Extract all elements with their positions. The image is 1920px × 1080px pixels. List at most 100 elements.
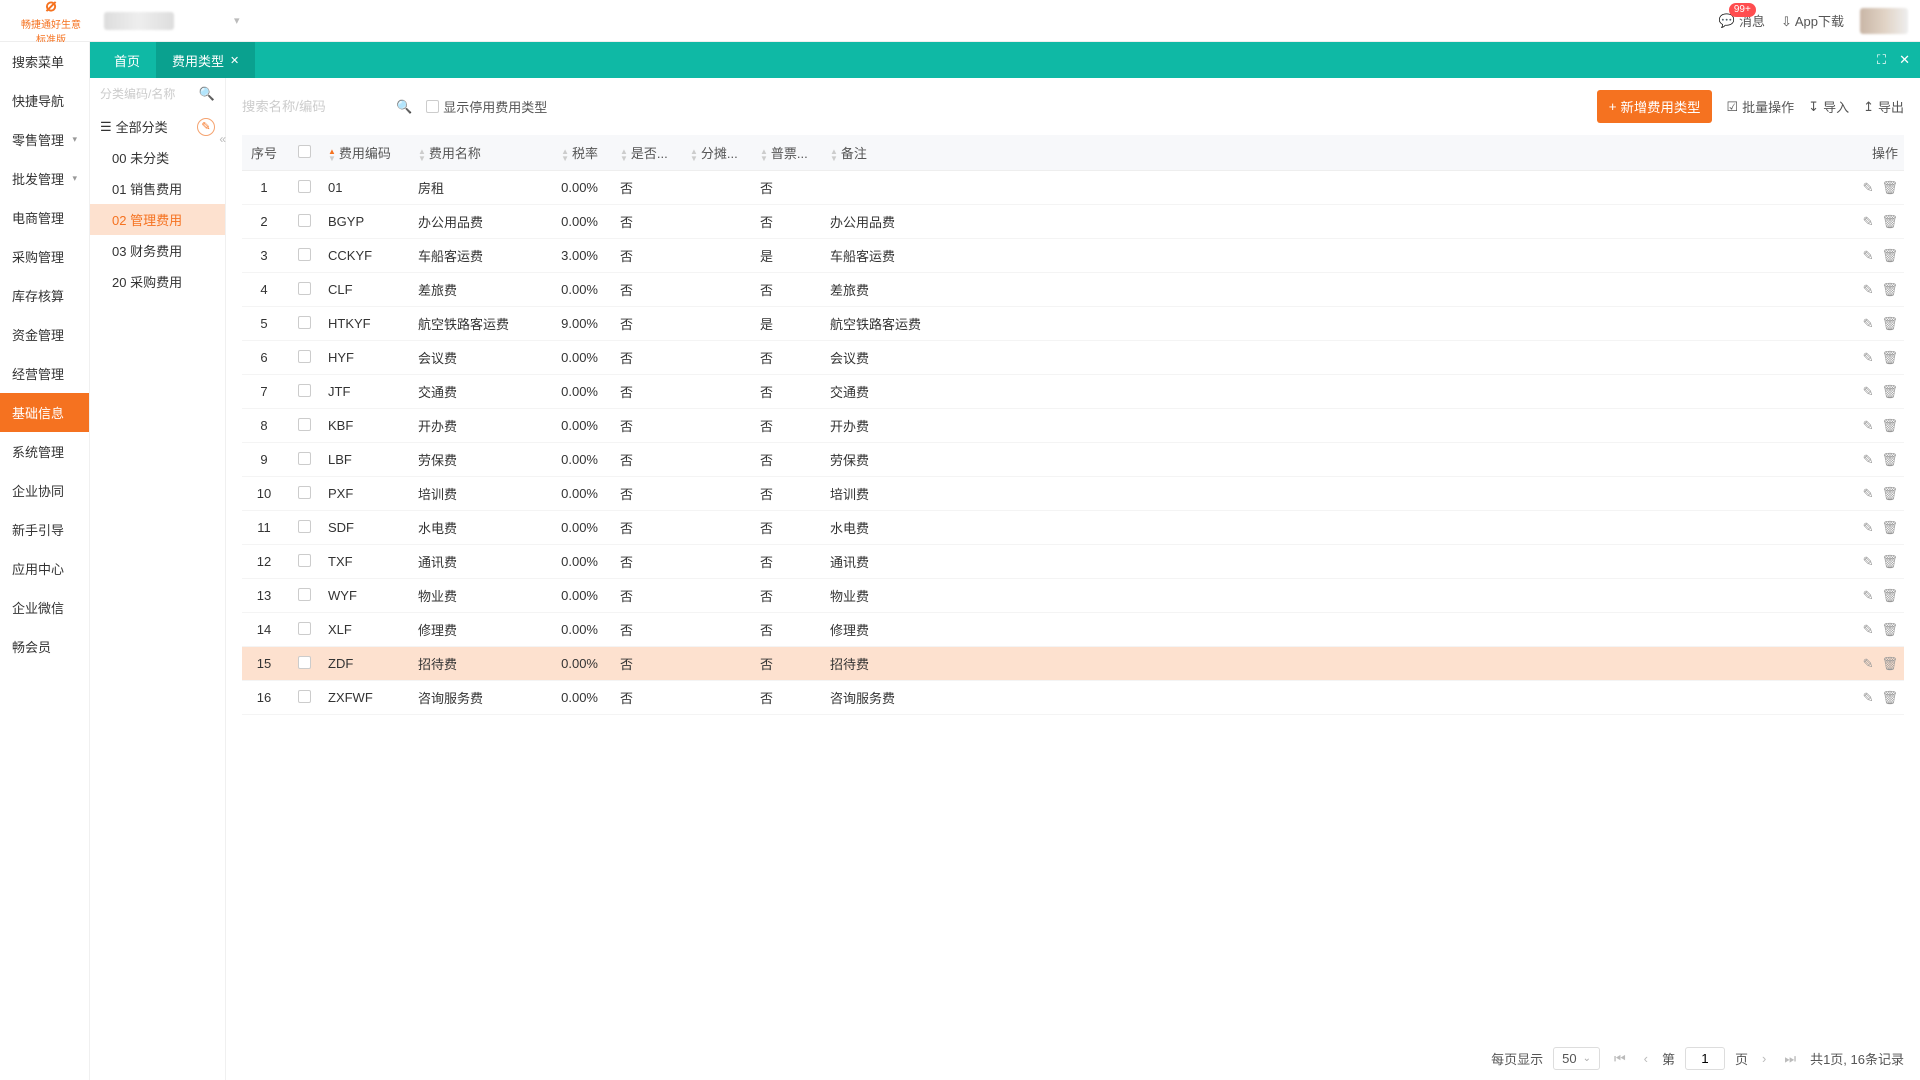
edit-icon[interactable]: ✎ [1863,554,1874,569]
export-button[interactable]: ↥ 导出 [1863,97,1904,116]
messages-button[interactable]: 99+ 💬 消息 [1719,11,1765,30]
table-row[interactable]: 4CLF差旅费0.00%否否差旅费✎🗑 [242,273,1904,307]
sidebar-item-15[interactable]: 畅会员 [0,627,89,666]
category-item-3[interactable]: 03 财务费用 [90,235,225,266]
cell-checkbox[interactable] [286,579,322,613]
sidebar-item-14[interactable]: 企业微信 [0,588,89,627]
table-row[interactable]: 14XLF修理费0.00%否否修理费✎🗑 [242,613,1904,647]
cell-checkbox[interactable] [286,341,322,375]
company-selector[interactable]: ▾ [104,12,240,30]
table-row[interactable]: 5HTKYF航空铁路客运费9.00%否是航空铁路客运费✎🗑 [242,307,1904,341]
next-page-button[interactable]: › [1758,1051,1770,1066]
delete-icon[interactable]: 🗑 [1881,486,1898,501]
edit-icon[interactable]: ✎ [1863,452,1874,467]
category-item-2[interactable]: 02 管理费用 [90,204,225,235]
th-checkbox[interactable] [286,135,322,171]
th-remark[interactable]: ▲▼备注 [824,135,1824,171]
delete-icon[interactable]: 🗑 [1881,622,1898,637]
table-row[interactable]: 10PXF培训费0.00%否否培训费✎🗑 [242,477,1904,511]
table-row[interactable]: 7JTF交通费0.00%否否交通费✎🗑 [242,375,1904,409]
edit-icon[interactable]: ✎ [1863,656,1874,671]
delete-icon[interactable]: 🗑 [1881,214,1898,229]
delete-icon[interactable]: 🗑 [1881,180,1898,195]
cell-checkbox[interactable] [286,477,322,511]
edit-icon[interactable]: ✎ [1863,622,1874,637]
app-download-button[interactable]: ⇩ App下载 [1781,11,1844,30]
cell-checkbox[interactable] [286,239,322,273]
cell-checkbox[interactable] [286,511,322,545]
tab-fee-type[interactable]: 费用类型 ✕ [156,42,255,78]
th-rate[interactable]: ▲▼税率 [542,135,614,171]
edit-icon[interactable]: ✎ [1863,180,1874,195]
th-split[interactable]: ▲▼分摊... [684,135,754,171]
category-item-4[interactable]: 20 采购费用 [90,266,225,297]
add-new-button[interactable]: + 新增费用类型 [1597,90,1713,123]
per-page-select[interactable]: 50 ⌄ [1553,1047,1600,1070]
user-avatar[interactable] [1860,8,1908,34]
close-icon[interactable]: ✕ [230,54,239,67]
th-seq[interactable]: 序号 [242,135,286,171]
table-row[interactable]: 2BGYP办公用品费0.00%否否办公用品费✎🗑 [242,205,1904,239]
table-row[interactable]: 101房租0.00%否否✎🗑 [242,171,1904,205]
delete-icon[interactable]: 🗑 [1881,248,1898,263]
show-disabled-checkbox[interactable]: 显示停用费用类型 [426,97,547,116]
tab-home[interactable]: 首页 [98,42,156,78]
sidebar-item-8[interactable]: 经营管理 [0,354,89,393]
cell-checkbox[interactable] [286,409,322,443]
close-all-icon[interactable]: ✕ [1899,52,1910,68]
cell-checkbox[interactable] [286,681,322,715]
sidebar-item-3[interactable]: 批发管理▾ [0,159,89,198]
edit-icon[interactable]: ✎ [1863,520,1874,535]
cell-checkbox[interactable] [286,375,322,409]
edit-icon[interactable]: ✎ [1863,588,1874,603]
cell-checkbox[interactable] [286,171,322,205]
cell-checkbox[interactable] [286,273,322,307]
cell-checkbox[interactable] [286,647,322,681]
table-row[interactable]: 11SDF水电费0.00%否否水电费✎🗑 [242,511,1904,545]
delete-icon[interactable]: 🗑 [1881,282,1898,297]
edit-icon[interactable]: ✎ [1863,316,1874,331]
sidebar-item-1[interactable]: 快捷导航 [0,81,89,120]
table-row[interactable]: 3CCKYF车船客运费3.00%否是车船客运费✎🗑 [242,239,1904,273]
table-row[interactable]: 8KBF开办费0.00%否否开办费✎🗑 [242,409,1904,443]
sidebar-item-7[interactable]: 资金管理 [0,315,89,354]
cell-checkbox[interactable] [286,205,322,239]
sidebar-item-13[interactable]: 应用中心 [0,549,89,588]
search-icon[interactable]: 🔍 [199,86,215,102]
edit-icon[interactable]: ✎ [1863,282,1874,297]
sidebar-item-0[interactable]: 搜索菜单 [0,42,89,81]
cell-checkbox[interactable] [286,307,322,341]
delete-icon[interactable]: 🗑 [1881,690,1898,705]
delete-icon[interactable]: 🗑 [1881,316,1898,331]
prev-page-button[interactable]: ‹ [1640,1051,1652,1066]
table-row[interactable]: 15ZDF招待费0.00%否否招待费✎🗑 [242,647,1904,681]
sidebar-item-12[interactable]: 新手引导 [0,510,89,549]
category-item-0[interactable]: 00 未分类 [90,142,225,173]
edit-icon[interactable]: ✎ [1863,248,1874,263]
edit-icon[interactable]: ✎ [1863,350,1874,365]
sidebar-item-10[interactable]: 系统管理 [0,432,89,471]
sidebar-item-5[interactable]: 采购管理 [0,237,89,276]
edit-icon[interactable]: ✎ [1863,486,1874,501]
table-row[interactable]: 9LBF劳保费0.00%否否劳保费✎🗑 [242,443,1904,477]
table-row[interactable]: 6HYF会议费0.00%否否会议费✎🗑 [242,341,1904,375]
cell-checkbox[interactable] [286,613,322,647]
edit-icon[interactable]: ✎ [197,118,215,136]
delete-icon[interactable]: 🗑 [1881,656,1898,671]
search-icon[interactable]: 🔍 [396,99,412,115]
sidebar-item-9[interactable]: 基础信息 [0,393,89,432]
sidebar-item-4[interactable]: 电商管理 [0,198,89,237]
last-page-button[interactable]: ⏭ [1780,1051,1800,1067]
delete-icon[interactable]: 🗑 [1881,350,1898,365]
expand-icon[interactable]: ⛶ [1877,52,1886,68]
th-bool1[interactable]: ▲▼是否... [614,135,684,171]
delete-icon[interactable]: 🗑 [1881,384,1898,399]
search-input[interactable] [242,99,382,115]
delete-icon[interactable]: 🗑 [1881,520,1898,535]
sidebar-item-6[interactable]: 库存核算 [0,276,89,315]
edit-icon[interactable]: ✎ [1863,418,1874,433]
th-name[interactable]: ▲▼费用名称 [412,135,542,171]
sidebar-item-2[interactable]: 零售管理▾ [0,120,89,159]
cell-checkbox[interactable] [286,443,322,477]
edit-icon[interactable]: ✎ [1863,384,1874,399]
